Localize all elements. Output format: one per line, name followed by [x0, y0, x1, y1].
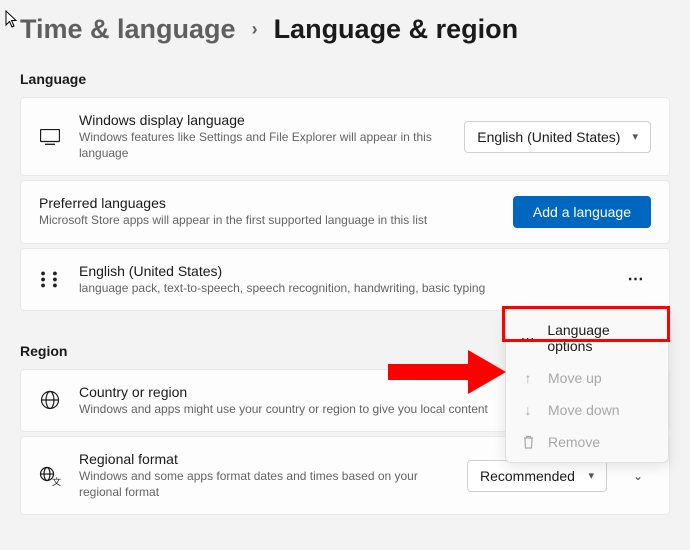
arrow-down-icon: ↓ [520, 402, 536, 418]
ellipsis-icon: ⋯ [520, 330, 535, 347]
menu-move-up: ↑ Move up [510, 362, 664, 394]
breadcrumb: Time & language › Language & region [0, 0, 690, 63]
breadcrumb-parent[interactable]: Time & language [20, 14, 236, 45]
menu-move-down-label: Move down [548, 402, 620, 418]
windows-display-language-card: Windows display language Windows feature… [20, 97, 670, 176]
chevron-down-icon: ▾ [632, 130, 638, 143]
drag-handle-icon[interactable]: ● ●● ●● ● [39, 270, 61, 288]
language-item-name: English (United States) [79, 263, 603, 279]
menu-language-options-label: Language options [547, 322, 654, 354]
preferred-languages-sub: Microsoft Store apps will appear in the … [39, 212, 495, 228]
breadcrumb-current: Language & region [274, 14, 519, 45]
add-language-button[interactable]: Add a language [513, 196, 651, 228]
expand-chevron[interactable]: ⌄ [625, 469, 651, 483]
globe-translate-icon: 文 [39, 466, 61, 486]
svg-text:文: 文 [52, 476, 61, 486]
language-item-more-button[interactable]: ⋯ [621, 264, 651, 294]
regional-format-sub: Windows and some apps format dates and t… [79, 468, 449, 500]
section-language-header: Language [0, 63, 690, 97]
menu-remove: Remove [510, 426, 664, 458]
globe-icon [39, 390, 61, 410]
display-language-dropdown[interactable]: English (United States) ▾ [464, 121, 651, 153]
menu-remove-label: Remove [548, 434, 600, 450]
monitor-icon [39, 129, 61, 145]
arrow-up-icon: ↑ [520, 370, 536, 386]
preferred-languages-card: Preferred languages Microsoft Store apps… [20, 180, 670, 243]
language-item-features: language pack, text-to-speech, speech re… [79, 280, 603, 296]
menu-move-down: ↓ Move down [510, 394, 664, 426]
display-language-value: English (United States) [477, 129, 620, 145]
display-language-title: Windows display language [79, 112, 446, 128]
chevron-right-icon: › [252, 19, 258, 40]
trash-icon [520, 435, 536, 449]
menu-language-options[interactable]: ⋯ Language options [510, 314, 664, 362]
language-context-menu: ⋯ Language options ↑ Move up ↓ Move down… [505, 309, 669, 463]
chevron-down-icon: ▾ [588, 469, 594, 482]
regional-format-title: Regional format [79, 451, 449, 467]
language-item-english-us[interactable]: ● ●● ●● ● English (United States) langua… [20, 248, 670, 311]
display-language-sub: Windows features like Settings and File … [79, 129, 446, 161]
regional-format-value: Recommended [480, 468, 575, 484]
menu-move-up-label: Move up [548, 370, 602, 386]
regional-format-dropdown[interactable]: Recommended ▾ [467, 460, 607, 492]
preferred-languages-title: Preferred languages [39, 195, 495, 211]
